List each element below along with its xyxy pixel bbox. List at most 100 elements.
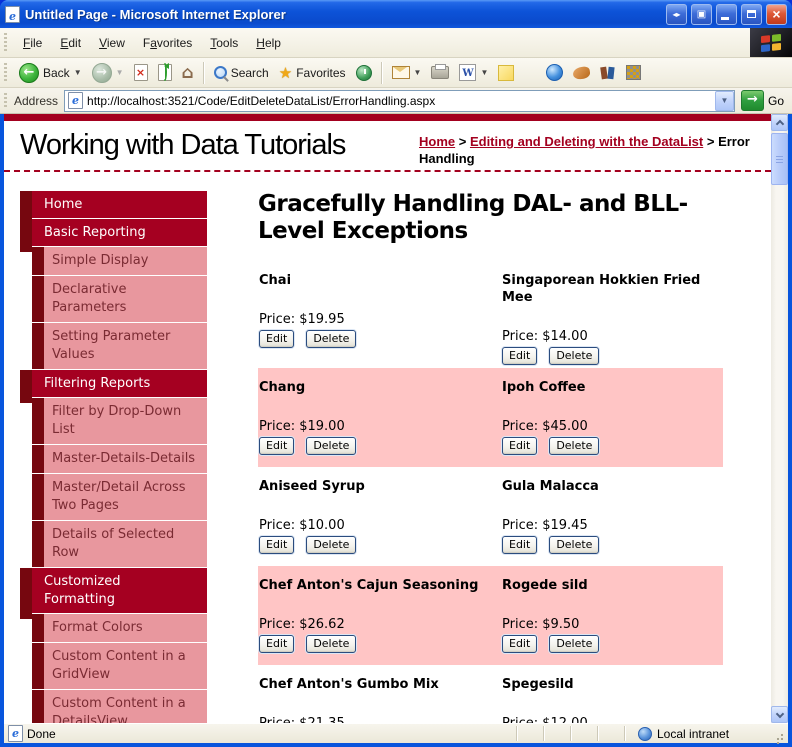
product-name: Ipoh Coffee — [502, 380, 586, 395]
product-price: Price: $19.00 — [259, 419, 345, 434]
edit-dropdown-icon[interactable]: ▼ — [480, 68, 488, 77]
sidebar-item-customized-formatting[interactable]: Customized Formatting — [20, 568, 207, 619]
menu-help[interactable]: Help — [247, 33, 290, 53]
menu-view[interactable]: View — [90, 33, 134, 53]
sidebar-item-label: Basic Reporting — [44, 225, 146, 240]
sidebar-item-setting-parameter-values[interactable]: Setting Parameter Values — [32, 323, 207, 369]
scrollbar-thumb[interactable] — [771, 133, 788, 185]
close-button[interactable]: × — [766, 3, 787, 25]
popout-button[interactable]: ▣ — [691, 3, 712, 25]
breadcrumb-section-link[interactable]: Editing and Deleting with the DataList — [470, 134, 703, 149]
product-actions: Edit Delete — [259, 635, 501, 653]
history-icon — [355, 64, 372, 81]
ie-page-icon — [5, 5, 20, 23]
sidebar-item-filtering-reports[interactable]: Filtering Reports — [20, 370, 207, 403]
menu-favorites[interactable]: Favorites — [134, 33, 201, 53]
edit-button[interactable]: Edit — [502, 635, 538, 653]
page-title: Gracefully Handling DAL- and BLL-Level E… — [258, 191, 688, 244]
back-button[interactable]: ← Back ▼ — [14, 61, 87, 85]
product-actions: Edit Delete — [502, 536, 723, 554]
stop-icon: × — [133, 64, 148, 81]
address-input[interactable]: http://localhost:3521/Code/EditDeleteDat… — [64, 89, 735, 112]
product-actions: Edit Delete — [502, 437, 723, 455]
go-arrow-icon: → — [740, 90, 764, 111]
toolbar-grip-3[interactable] — [4, 93, 7, 108]
product-price: Price: $26.62 — [259, 617, 345, 632]
page-viewport: Working with Data Tutorials Home > Editi… — [4, 114, 788, 723]
favorites-button[interactable]: ★ Favorites — [274, 62, 351, 84]
addon-button[interactable] — [568, 65, 595, 81]
product-name: Chai — [259, 273, 292, 288]
home-button[interactable]: ⌂ — [177, 62, 199, 84]
edit-button[interactable]: Edit — [259, 635, 295, 653]
address-bar: Address http://localhost:3521/Code/EditD… — [0, 88, 792, 114]
stop-button[interactable]: × — [129, 62, 153, 83]
status-separator — [597, 726, 599, 741]
print-button[interactable] — [426, 64, 454, 81]
sidebar-item-label: Details of Selected Row — [52, 527, 175, 560]
word-icon — [459, 64, 477, 81]
forward-button[interactable]: → ▼ — [87, 61, 129, 85]
menu-file[interactable]: File — [14, 33, 51, 53]
back-label: Back — [43, 65, 70, 80]
delete-button[interactable]: Delete — [306, 330, 357, 348]
toolbar-grip-2[interactable] — [4, 63, 7, 82]
delete-button[interactable]: Delete — [306, 536, 357, 554]
delete-button[interactable]: Delete — [549, 536, 600, 554]
menu-edit[interactable]: Edit — [51, 33, 90, 53]
delete-button[interactable]: Delete — [549, 635, 600, 653]
edit-button[interactable]: Edit — [502, 347, 538, 365]
address-dropdown-button[interactable]: ▼ — [714, 90, 734, 111]
vertical-scrollbar[interactable] — [771, 114, 788, 723]
toolbar-grip[interactable] — [4, 33, 7, 52]
product-item: Chef Anton's Cajun Seasoning Price: $26.6… — [258, 577, 501, 665]
page-top-rule — [4, 114, 771, 121]
resize-grip[interactable] — [770, 727, 784, 741]
edit-button[interactable]: Edit — [502, 536, 538, 554]
mail-dropdown-icon[interactable]: ▼ — [414, 68, 422, 77]
sidebar-item-details-of-selected-row[interactable]: Details of Selected Row — [32, 521, 207, 567]
maximize-button[interactable] — [741, 3, 762, 25]
edit-with-word-button[interactable]: ▼ — [454, 62, 493, 83]
sidebar-item-filter-by-drop-down-list[interactable]: Filter by Drop-Down List — [32, 398, 207, 444]
edit-button[interactable]: Edit — [259, 437, 295, 455]
sidebar-item-master-detail-across-two-pages[interactable]: Master/Detail Across Two Pages — [32, 474, 207, 520]
minimize-button[interactable] — [716, 3, 737, 25]
sidebar-item-custom-content-in-a-detailsview[interactable]: Custom Content in a DetailsView — [32, 690, 207, 723]
research-button[interactable] — [595, 64, 621, 82]
sidebar-item-declarative-parameters[interactable]: Declarative Parameters — [32, 276, 207, 322]
go-button[interactable]: → Go — [735, 90, 792, 111]
product-price: Price: $21.35 — [259, 715, 501, 723]
history-button[interactable] — [351, 63, 377, 83]
resize-arrows-button[interactable]: ◂▸ — [666, 3, 687, 25]
discuss-button[interactable] — [493, 63, 519, 83]
blocks-button[interactable] — [621, 63, 646, 82]
delete-button[interactable]: Delete — [549, 437, 600, 455]
scroll-up-button[interactable] — [771, 114, 788, 131]
sidebar-item-home[interactable]: Home — [20, 191, 207, 224]
refresh-button[interactable] — [153, 62, 177, 83]
forward-icon: → — [91, 62, 112, 83]
delete-button[interactable]: Delete — [306, 635, 357, 653]
back-dropdown-icon[interactable]: ▼ — [74, 68, 82, 77]
search-button[interactable]: Search — [209, 64, 274, 82]
sidebar-item-master-details-details[interactable]: Master-Details-Details — [32, 445, 207, 473]
page-content: Working with Data Tutorials Home > Editi… — [4, 114, 771, 723]
messenger-button[interactable] — [541, 62, 568, 83]
delete-button[interactable]: Delete — [306, 437, 357, 455]
sidebar-item-simple-display[interactable]: Simple Display — [32, 247, 207, 275]
menu-tools[interactable]: Tools — [201, 33, 247, 53]
edit-button[interactable]: Edit — [502, 437, 538, 455]
sidebar-item-format-colors[interactable]: Format Colors — [32, 614, 207, 642]
sidebar-nav: Home Basic Reporting Simple Display Declara… — [20, 191, 207, 723]
sidebar-item-label: Filter by Drop-Down List — [52, 404, 182, 437]
scroll-down-button[interactable] — [771, 706, 788, 723]
product-item: Rogede sild Price: $9.50 Edit Delete — [501, 577, 723, 665]
breadcrumb-home-link[interactable]: Home — [419, 134, 455, 149]
sidebar-item-custom-content-in-a-gridview[interactable]: Custom Content in a GridView — [32, 643, 207, 689]
mail-button[interactable]: ▼ — [387, 64, 427, 81]
edit-button[interactable]: Edit — [259, 330, 295, 348]
sidebar-item-basic-reporting[interactable]: Basic Reporting — [20, 219, 207, 252]
delete-button[interactable]: Delete — [549, 347, 600, 365]
edit-button[interactable]: Edit — [259, 536, 295, 554]
